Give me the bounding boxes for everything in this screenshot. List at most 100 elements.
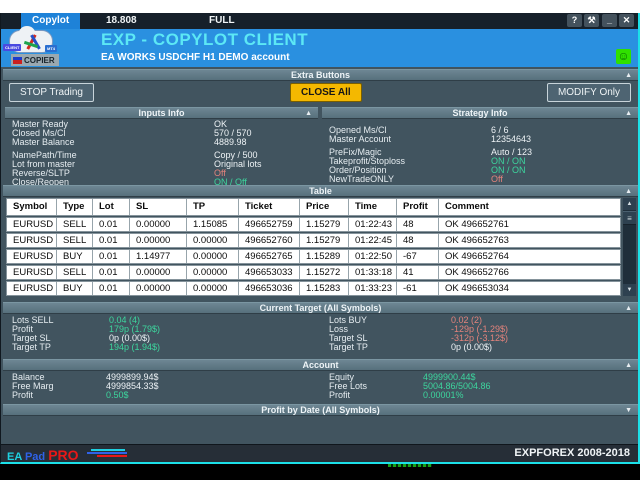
collapse-icon[interactable]: ▲ xyxy=(625,361,632,371)
table-row[interactable]: EURUSD BUY 0.01 0.00000 0.00000 49665303… xyxy=(6,281,621,296)
cell-lot: 0.01 xyxy=(93,234,130,247)
copylot-client-window: Copylot 18.808 FULL ? ⚒ _ ✕ CLIENT MT4 C… xyxy=(0,0,640,480)
cell-tp: 0.00000 xyxy=(187,266,239,279)
cell-ticket: 496653033 xyxy=(239,266,300,279)
cell-sl: 0.00000 xyxy=(130,218,187,231)
current-target-sell-list: Lots SELL 0.04 (4) Profit 179p (1.79$) T… xyxy=(6,316,318,352)
cell-price: 1.15279 xyxy=(300,218,349,231)
page-title: EXP - COPYLOT CLIENT xyxy=(101,30,309,49)
close-button[interactable]: ✕ xyxy=(619,14,634,27)
cell-symbol: EURUSD xyxy=(7,282,57,295)
column-header: SL xyxy=(130,199,187,215)
info-value: 4889.98 xyxy=(214,137,247,147)
cell-price: 1.15289 xyxy=(300,250,349,263)
expand-icon[interactable]: ▼ xyxy=(625,406,632,416)
section-header-account[interactable]: Account ▲ xyxy=(3,359,638,371)
cell-comment: OK 496652764 xyxy=(445,251,509,262)
scroll-down-icon: ▼ xyxy=(626,287,633,293)
info-row: Master Balance 4889.98 xyxy=(6,138,318,147)
cell-comment: OK 496652766 xyxy=(445,267,509,278)
table-row[interactable]: EURUSD BUY 0.01 1.14977 0.00000 49665276… xyxy=(6,249,621,264)
info-row: Profit 0.00001% xyxy=(323,391,635,400)
table-scrollbar[interactable]: ▲ ▼ xyxy=(623,198,636,296)
cell-comment: OK 496652761 xyxy=(445,219,509,230)
minimize-button[interactable]: _ xyxy=(602,14,617,27)
collapse-icon[interactable]: ▲ xyxy=(305,109,312,119)
title-bar[interactable]: Copylot 18.808 FULL ? ⚒ _ ✕ xyxy=(1,13,638,29)
table-row[interactable]: EURUSD SELL 0.01 0.00000 0.00000 4966530… xyxy=(6,265,621,280)
status-subtitle: EA WORKS USDCHF H1 DEMO account xyxy=(101,52,290,63)
footer-bar: EA Pad PRO EXPFOREX 2008-2018 xyxy=(1,444,638,463)
license-label: FULL xyxy=(209,15,235,26)
column-header: Time xyxy=(349,199,397,215)
collapse-icon[interactable]: ▲ xyxy=(625,109,632,119)
info-value: 0p (0.00$) xyxy=(451,342,493,352)
help-button[interactable]: ? xyxy=(567,14,582,27)
section-title: Account xyxy=(302,360,339,370)
column-header: Profit xyxy=(397,199,439,215)
scroll-up-button[interactable]: ▲ xyxy=(623,198,636,210)
ea-pad-pro-logo: EA Pad PRO xyxy=(7,447,79,463)
section-header-strategy-info[interactable]: Strategy Info ▲ xyxy=(322,107,638,119)
cell-tp: 0.00000 xyxy=(187,250,239,263)
cell-time: 01:22:50 xyxy=(349,250,397,263)
collapse-icon[interactable]: ▲ xyxy=(625,187,632,197)
section-header-inputs-info[interactable]: Inputs Info ▲ xyxy=(5,107,318,119)
info-row: Profit 179p (1.79$) xyxy=(6,325,318,334)
cell-ticket: 496652759 xyxy=(239,218,300,231)
account-left-list: Balance 4999899.94$ Free Marg 4999854.33… xyxy=(6,373,318,400)
cell-type: SELL xyxy=(57,266,93,279)
table-row[interactable]: EURUSD SELL 0.01 0.00000 0.00000 4966527… xyxy=(6,233,621,248)
cell-sl: 0.00000 xyxy=(130,266,187,279)
collapse-icon[interactable]: ▲ xyxy=(625,304,632,314)
scrollbar-thumb[interactable] xyxy=(623,211,636,225)
column-header: Lot xyxy=(93,199,130,215)
info-label: Profit xyxy=(12,390,34,400)
cell-symbol: EURUSD xyxy=(7,250,57,263)
cell-comment: OK 496652763 xyxy=(445,235,509,246)
settings-button[interactable]: ⚒ xyxy=(584,14,599,27)
column-header: Symbol xyxy=(7,199,57,215)
table-header-row: Symbol Type Lot SL TP Ticket Price Time Profit Co… xyxy=(6,198,621,216)
section-header-profit-by-date[interactable]: Profit by Date (All Symbols) ▼ xyxy=(3,404,638,416)
stop-trading-button[interactable]: STOP Trading xyxy=(9,83,94,102)
modify-only-button[interactable]: MODIFY Only xyxy=(546,83,631,102)
cell-profit: 41 xyxy=(397,266,439,279)
info-value: 0.00001% xyxy=(423,390,464,400)
cell-price: 1.15283 xyxy=(300,282,349,295)
help-icon: ? xyxy=(571,15,578,25)
info-row: Target TP 0p (0.00$) xyxy=(323,343,635,352)
cell-lot: 0.01 xyxy=(93,282,130,295)
column-header: Comment xyxy=(445,201,489,212)
cell-sl: 0.00000 xyxy=(130,234,187,247)
section-header-extra-buttons[interactable]: Extra Buttons ▲ xyxy=(3,69,638,81)
section-header-table[interactable]: Table ▲ xyxy=(3,185,638,197)
column-header: Price xyxy=(300,199,349,215)
app-header: CLIENT MT4 COPIER EXP - COPYLOT CLIENT E… xyxy=(1,26,638,67)
status-smiley-indicator[interactable]: ☺ xyxy=(616,49,631,64)
cell-ticket: 496652760 xyxy=(239,234,300,247)
info-row: Target TP 194p (1.94$) xyxy=(6,343,318,352)
section-title: Profit by Date (All Symbols) xyxy=(261,405,380,415)
cell-symbol: EURUSD xyxy=(7,218,57,231)
scroll-down-button[interactable]: ▼ xyxy=(623,284,636,296)
info-value: 0.50$ xyxy=(106,390,129,400)
cell-type: BUY xyxy=(57,250,93,263)
tools-icon: ⚒ xyxy=(587,15,596,25)
brand-ea: EA xyxy=(7,451,22,463)
info-label: Profit xyxy=(329,390,351,400)
copyright-label: EXPFOREX 2008-2018 xyxy=(514,447,630,459)
section-header-current-target[interactable]: Current Target (All Symbols) ▲ xyxy=(3,302,638,314)
collapse-icon[interactable]: ▲ xyxy=(625,71,632,81)
copier-strip: COPIER xyxy=(11,54,59,66)
section-title: Strategy Info xyxy=(452,108,508,118)
version-label: 18.808 xyxy=(106,15,137,26)
close-all-button[interactable]: CLOSE All xyxy=(290,83,362,102)
smiley-icon: ☺ xyxy=(617,49,630,63)
table-row[interactable]: EURUSD SELL 0.01 0.00000 1.15085 4966527… xyxy=(6,217,621,232)
ea-panel: Copylot 18.808 FULL ? ⚒ _ ✕ CLIENT MT4 C… xyxy=(0,13,640,464)
copier-label: COPIER xyxy=(24,55,55,65)
column-header: Type xyxy=(57,199,93,215)
brand-stripes-decoration xyxy=(85,449,145,458)
inputs-info-list: Master Ready OK Closed Ms/Cl 570 / 570 M… xyxy=(6,120,318,187)
